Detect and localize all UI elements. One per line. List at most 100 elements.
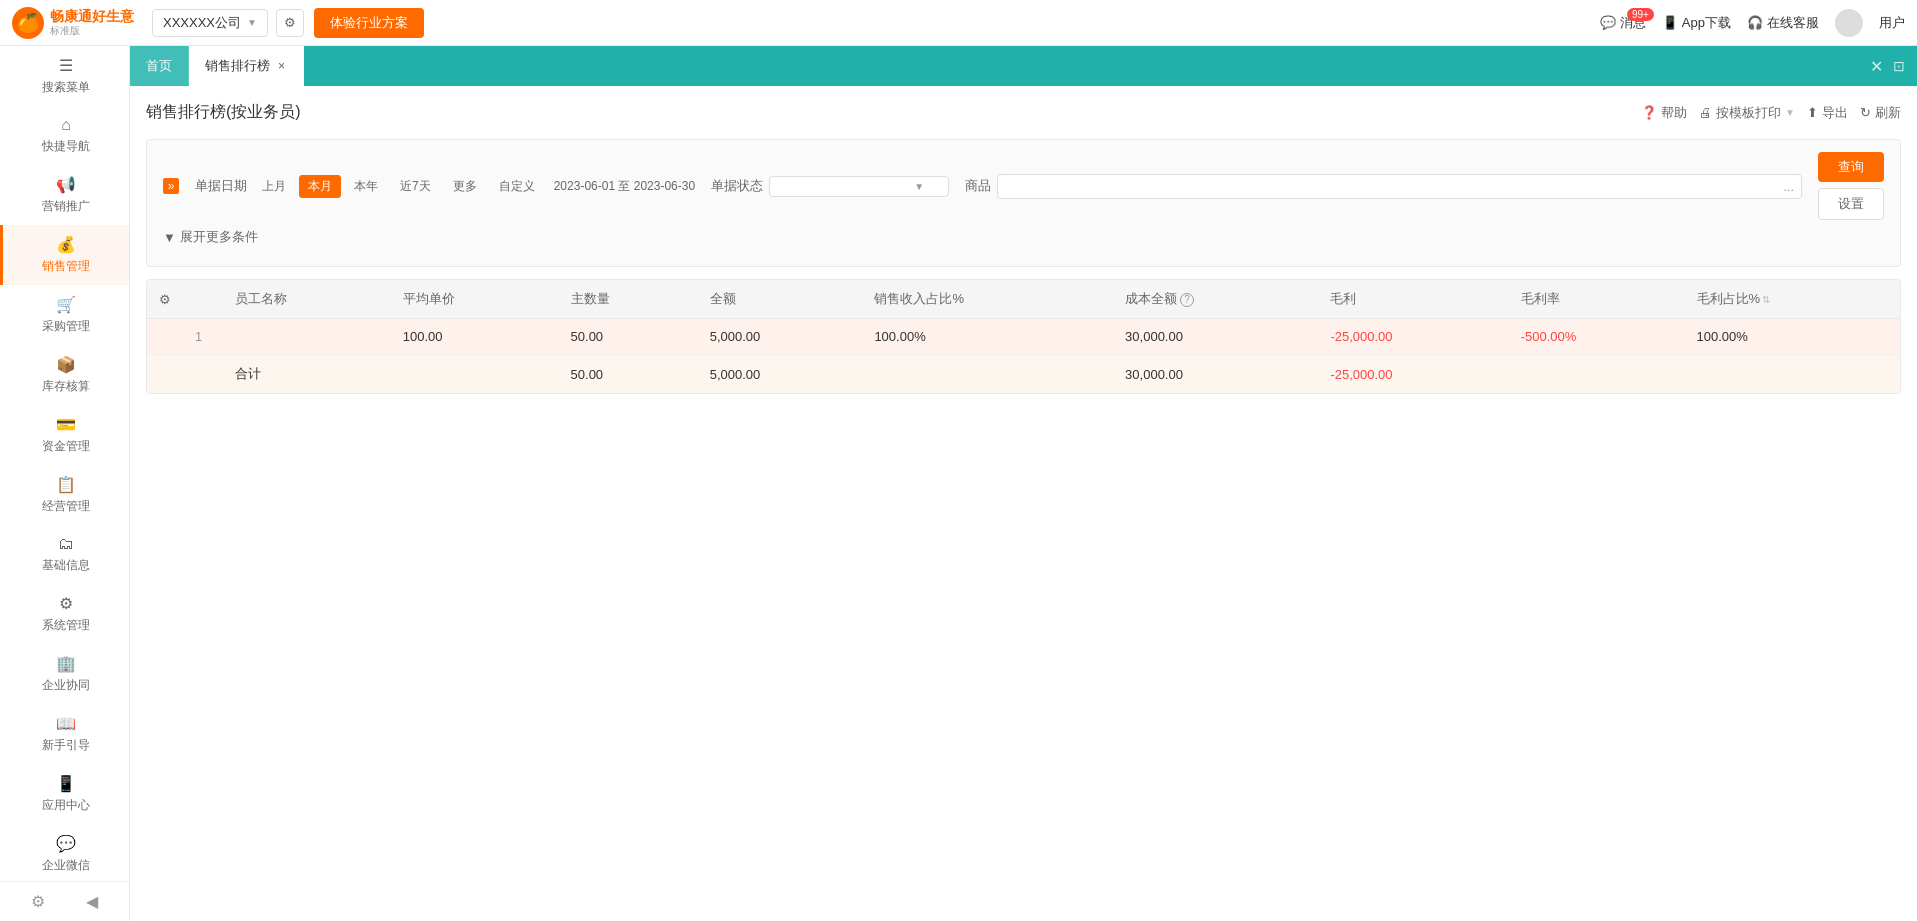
logo-text: 畅康通好生意 标准版	[50, 8, 134, 37]
sidebar-item-system[interactable]: ⚙ 系统管理	[0, 584, 129, 644]
goods-input[interactable]	[997, 174, 1802, 199]
company-name: XXXXXX公司	[163, 14, 241, 32]
date-tab-more[interactable]: 更多	[444, 175, 486, 198]
export-button[interactable]: ⬆ 导出	[1807, 104, 1848, 122]
main-area: ☰ 搜索菜单 ⌂ 快捷导航 📢 营销推广 💰 销售管理 🛒 采购管理	[0, 46, 1917, 921]
col-gross-pct: 毛利占比%⇅	[1685, 280, 1900, 319]
finance-icon: 💳	[56, 415, 76, 434]
app-download-label: App下载	[1682, 14, 1731, 32]
tab-home-label: 首页	[146, 57, 172, 75]
date-tab-7days[interactable]: 近7天	[391, 175, 440, 198]
table-footer-row: 合计 50.00 5,000.00 30,000.00 -25,000.00	[147, 355, 1900, 394]
sidebar-item-guide[interactable]: 📖 新手引导	[0, 704, 129, 764]
logo-icon: 🍊	[12, 7, 44, 39]
date-label: 单据日期	[195, 177, 247, 195]
marketing-icon: 📢	[56, 175, 76, 194]
tab-home[interactable]: 首页	[130, 46, 189, 86]
sort-icon[interactable]: ⇅	[1762, 294, 1770, 305]
logo-sub: 标准版	[50, 25, 134, 37]
logo-name: 畅康通好生意	[50, 8, 134, 25]
sidebar-item-operation[interactable]: 📋 经营管理	[0, 465, 129, 525]
sales-table: ⚙ 员工名称 平均单价 主数量 全额 销售收入占比% 成本全额?	[147, 280, 1900, 393]
collapse-icon[interactable]: ◀	[86, 892, 98, 911]
chevron-down-icon: ▼	[163, 230, 176, 245]
sidebar-item-label: 快捷导航	[42, 138, 90, 155]
top-bar: 🍊 畅康通好生意 标准版 XXXXXX公司 ▼ ⚙ 体验行业方案 💬 消息 99…	[0, 0, 1917, 46]
sidebar-item-label: 企业协同	[42, 677, 90, 694]
footer-amount: 5,000.00	[698, 355, 863, 394]
date-tab-current-year[interactable]: 本年	[345, 175, 387, 198]
sidebar-item-label: 系统管理	[42, 617, 90, 634]
filter-toggle-icon[interactable]: »	[163, 178, 179, 194]
more-icon[interactable]: ...	[1783, 179, 1794, 194]
footer-quantity: 50.00	[559, 355, 698, 394]
sidebar-item-quicknav[interactable]: ⌂ 快捷导航	[0, 106, 129, 165]
refresh-icon: ↻	[1860, 105, 1871, 120]
help-button[interactable]: ❓ 帮助	[1641, 104, 1687, 122]
date-tab-current-month[interactable]: 本月	[299, 175, 341, 198]
print-chevron-icon: ▼	[1785, 107, 1795, 118]
sidebar: ☰ 搜索菜单 ⌂ 快捷导航 📢 营销推广 💰 销售管理 🛒 采购管理	[0, 46, 130, 921]
sales-icon: 💰	[56, 235, 76, 254]
table-wrapper: ⚙ 员工名称 平均单价 主数量 全额 销售收入占比% 成本全额?	[146, 279, 1901, 394]
settings-button[interactable]: 设置	[1818, 188, 1884, 220]
filter-goods: 商品 ...	[965, 174, 1802, 199]
sidebar-item-wechat[interactable]: 💬 企业微信	[0, 824, 129, 881]
table-settings-icon[interactable]: ⚙	[159, 292, 171, 307]
window-maximize-icon[interactable]: ⊡	[1893, 58, 1905, 74]
cell-sales-pct: 100.00%	[862, 319, 1113, 355]
sidebar-item-sales[interactable]: 💰 销售管理	[0, 225, 129, 285]
date-tab-custom[interactable]: 自定义	[490, 175, 544, 198]
sidebar-item-label: 经营管理	[42, 498, 90, 515]
sidebar-item-label: 资金管理	[42, 438, 90, 455]
window-close-icon[interactable]: ✕	[1870, 57, 1883, 76]
expand-row: ▼ 展开更多条件	[163, 220, 1884, 254]
status-select[interactable]: ▼	[769, 176, 949, 197]
tab-close-icon[interactable]: ×	[276, 57, 287, 75]
sidebar-item-label: 营销推广	[42, 198, 90, 215]
cell-gross: -25,000.00	[1318, 319, 1508, 355]
print-button[interactable]: 🖨 按模板打印 ▼	[1699, 104, 1795, 122]
settings-icon[interactable]: ⚙	[276, 9, 304, 37]
sidebar-item-label: 销售管理	[42, 258, 90, 275]
sidebar-item-label: 库存核算	[42, 378, 90, 395]
filter-status: 单据状态 ▼	[711, 176, 949, 197]
date-tab-prev-month[interactable]: 上月	[253, 175, 295, 198]
sidebar-item-appstore[interactable]: 📱 应用中心	[0, 764, 129, 824]
username: 用户	[1879, 14, 1905, 32]
query-button[interactable]: 查询	[1818, 152, 1884, 182]
tab-sales-ranking[interactable]: 销售排行榜 ×	[189, 46, 304, 86]
avatar[interactable]	[1835, 9, 1863, 37]
sidebar-item-search[interactable]: ☰ 搜索菜单	[0, 46, 129, 106]
trial-button[interactable]: 体验行业方案	[314, 8, 424, 38]
sidebar-item-basics[interactable]: 🗂 基础信息	[0, 525, 129, 584]
footer-gross-pct	[1685, 355, 1900, 394]
chevron-down-icon: ▼	[914, 181, 924, 192]
print-label: 按模板打印	[1716, 104, 1781, 122]
bottom-settings-icon[interactable]: ⚙	[31, 892, 45, 911]
cell-amount: 5,000.00	[698, 319, 863, 355]
col-rank	[183, 280, 223, 319]
logo-area: 🍊 畅康通好生意 标准版	[12, 7, 142, 39]
info-icon[interactable]: ?	[1180, 293, 1194, 307]
footer-sales-pct	[862, 355, 1113, 394]
online-service-area[interactable]: 🎧 在线客服	[1747, 14, 1819, 32]
cell-gross-pct: 100.00%	[1685, 319, 1900, 355]
refresh-button[interactable]: ↻ 刷新	[1860, 104, 1901, 122]
app-download-area[interactable]: 📱 App下载	[1662, 14, 1731, 32]
sidebar-item-inventory[interactable]: 📦 库存核算	[0, 345, 129, 405]
sidebar-item-enterprise[interactable]: 🏢 企业协同	[0, 644, 129, 704]
sidebar-item-finance[interactable]: 💳 资金管理	[0, 405, 129, 465]
wechat-icon: 💬	[56, 834, 76, 853]
message-area[interactable]: 💬 消息 99+	[1600, 14, 1646, 32]
sidebar-item-label: 企业微信	[42, 857, 90, 874]
print-icon: 🖨	[1699, 105, 1712, 120]
cell-rank: 1	[183, 319, 223, 355]
expand-button[interactable]: ▼ 展开更多条件	[163, 228, 258, 246]
tab-right-controls: ✕ ⊡	[1870, 46, 1917, 86]
sidebar-item-purchase[interactable]: 🛒 采购管理	[0, 285, 129, 345]
sidebar-item-marketing[interactable]: 📢 营销推广	[0, 165, 129, 225]
enterprise-icon: 🏢	[56, 654, 76, 673]
company-selector[interactable]: XXXXXX公司 ▼	[152, 9, 268, 37]
date-tabs: 上月 本月 本年 近7天 更多 自定义	[253, 175, 544, 198]
